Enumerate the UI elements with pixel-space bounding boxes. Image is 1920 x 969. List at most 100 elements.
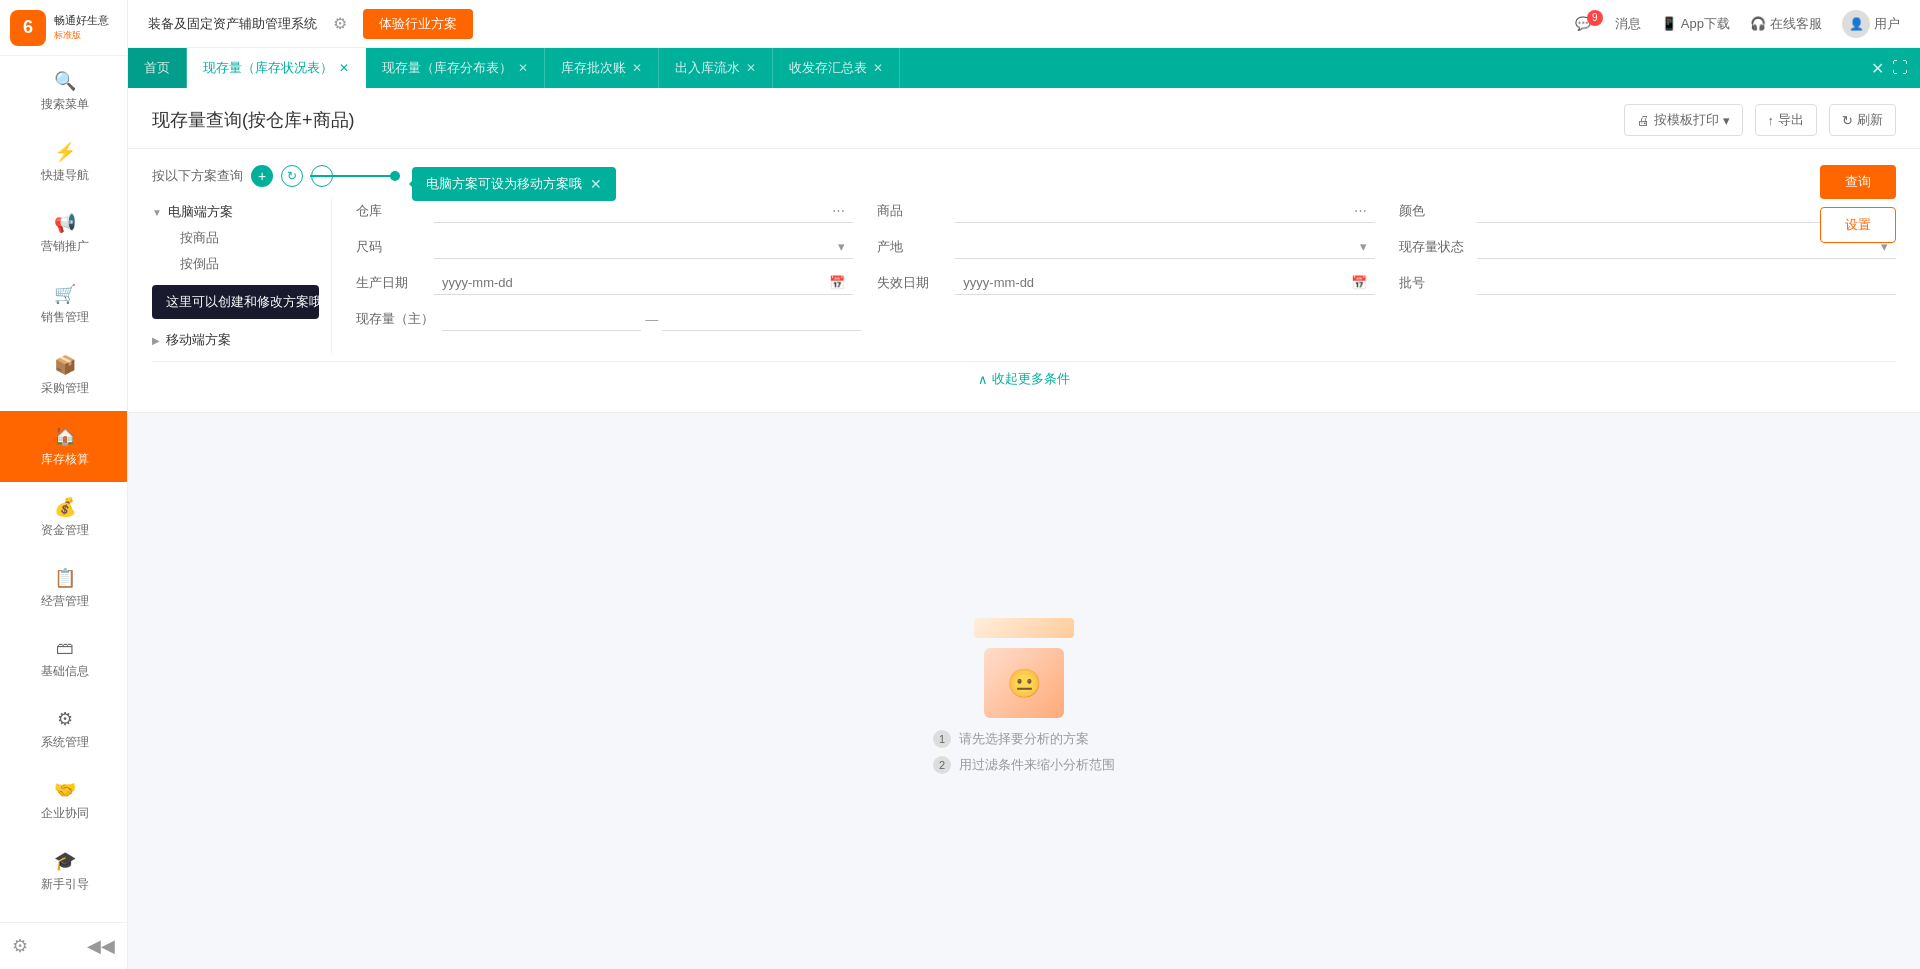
sidebar-item-marketing[interactable]: 📢 营销推广 (0, 198, 127, 269)
filter-add-button[interactable]: + (251, 165, 273, 187)
tab-bar: 首页 现存量（库存状况表） ✕ 现存量（库存分布表） ✕ 库存批次账 ✕ 出入库… (128, 48, 1920, 88)
product-more-icon[interactable]: ⋯ (1354, 203, 1367, 218)
filter-header: 按以下方案查询 + ↻ ←← 电脑方案可设为移动方案哦 ✕ (152, 165, 1896, 187)
sidebar-item-purchase[interactable]: 📦 采购管理 (0, 340, 127, 411)
sidebar-item-inventory[interactable]: 🏠 库存核算 (0, 411, 127, 482)
sidebar-item-system[interactable]: ⚙ 系统管理 (0, 694, 127, 765)
sidebar-item-quicknav[interactable]: ⚡ 快捷导航 (0, 127, 127, 198)
tab-home[interactable]: 首页 (128, 48, 187, 88)
origin-dropdown-icon[interactable]: ▾ (1360, 239, 1367, 254)
maximize-icon[interactable]: ⛶ (1892, 59, 1908, 77)
export-button[interactable]: ↑ 导出 (1755, 104, 1818, 136)
sales-icon: 🛒 (54, 283, 76, 305)
scheme-tooltip-close[interactable]: ✕ (590, 176, 602, 192)
search-button[interactable]: 查询 (1820, 165, 1896, 199)
inventory-status-label: 现存量状态 (1399, 238, 1469, 256)
tab-inventory-status-close[interactable]: ✕ (339, 61, 349, 75)
sidebar-item-finance[interactable]: 💰 资金管理 (0, 482, 127, 553)
sidebar-item-sales[interactable]: 🛒 销售管理 (0, 269, 127, 340)
print-arrow-icon: ▾ (1723, 113, 1730, 128)
sidebar-item-operations[interactable]: 📋 经营管理 (0, 553, 127, 624)
settings-icon[interactable]: ⚙ (12, 935, 28, 957)
basic-icon: 🗃 (56, 638, 74, 659)
notification-badge: 9 (1587, 10, 1603, 26)
tab-inventory-dist-label: 现存量（库存分布表） (382, 59, 512, 77)
filter-row-1: 仓库 ⋯ 商品 ⋯ (356, 199, 1896, 223)
app-download-item[interactable]: 📱 App下载 (1661, 15, 1730, 33)
origin-label: 产地 (877, 238, 947, 256)
top-header: 装备及固定资产辅助管理系统 ⚙ 体验行业方案 💬 9 消息 📱 App下载 🎧 … (128, 0, 1920, 48)
production-date-label: 生产日期 (356, 274, 426, 292)
sidebar-item-search[interactable]: 🔍 搜索菜单 (0, 56, 127, 127)
page-actions: 🖨 按模板打印 ▾ ↑ 导出 ↻ 刷新 (1624, 104, 1897, 136)
sidebar-item-quicknav-label: 快捷导航 (41, 167, 89, 184)
tab-inventory-dist[interactable]: 现存量（库存分布表） ✕ (366, 48, 545, 88)
tab-batch-account[interactable]: 库存批次账 ✕ (545, 48, 659, 88)
sidebar-bottom: ⚙ ◀◀ (0, 922, 127, 969)
inventory-main-to[interactable] (662, 307, 861, 331)
inventory-main-from[interactable] (442, 307, 641, 331)
scheme-mobile-group[interactable]: ▶ 移动端方案 (152, 327, 319, 353)
sidebar-item-enterprise[interactable]: 🤝 企业协同 (0, 765, 127, 836)
size-label: 尺码 (356, 238, 426, 256)
minimize-icon[interactable]: ✕ (1871, 59, 1884, 78)
empty-hints: 1 请先选择要分析的方案 2 用过滤条件来缩小分析范围 (933, 730, 1115, 774)
connector-line (310, 175, 392, 177)
collapse-sidebar-icon[interactable]: ◀◀ (87, 935, 115, 957)
sidebar-item-newbie-label: 新手引导 (41, 876, 89, 893)
logo-icon: 6 (10, 10, 46, 46)
header-left: 装备及固定资产辅助管理系统 ⚙ 体验行业方案 (148, 9, 473, 39)
tab-in-out-flow[interactable]: 出入库流水 ✕ (659, 48, 773, 88)
header-right: 💬 9 消息 📱 App下载 🎧 在线客服 👤 用户 (1575, 10, 1900, 38)
create-tooltip-text: 这里可以创建和修改方案哦 (166, 293, 322, 311)
inventory-icon: 🏠 (54, 425, 76, 447)
scheme-tooltip-text: 电脑方案可设为移动方案哦 (426, 175, 582, 193)
create-tooltip-close[interactable]: ✕ (330, 294, 342, 310)
sidebar-nav: 🔍 搜索菜单 ⚡ 快捷导航 📢 营销推广 🛒 销售管理 📦 采购管理 🏠 库存核… (0, 56, 127, 922)
production-date-calendar-icon[interactable]: 📅 (829, 275, 845, 290)
batch-input[interactable] (1477, 271, 1896, 295)
warehouse-more-icon[interactable]: ⋯ (832, 203, 845, 218)
filter-product: 商品 ⋯ (877, 199, 1374, 223)
empty-hint-2: 2 用过滤条件来缩小分析范围 (933, 756, 1115, 774)
size-dropdown-icon[interactable]: ▾ (838, 239, 845, 254)
product-label: 商品 (877, 202, 947, 220)
production-date-input[interactable] (442, 275, 829, 290)
scheme-pc-item-reverse[interactable]: 按倒品 (172, 251, 319, 277)
scheme-pc-item-product[interactable]: 按商品 (172, 225, 319, 251)
empty-face-icon: 😐 (1007, 667, 1042, 700)
expiry-date-input[interactable] (963, 275, 1350, 290)
system-gear-icon[interactable]: ⚙ (333, 14, 347, 33)
inventory-main-label: 现存量（主） (356, 310, 434, 328)
sidebar-item-newbie[interactable]: 🎓 新手引导 (0, 836, 127, 907)
filter-main: ▼ 电脑端方案 按商品 按倒品 这里可以创建和修改方案哦 ✕ ▶ (152, 199, 1896, 353)
tab-bar-actions: ✕ ⛶ (1859, 48, 1920, 88)
tab-receive-summary-close[interactable]: ✕ (873, 61, 883, 75)
expiry-date-calendar-icon[interactable]: 📅 (1351, 275, 1367, 290)
tab-receive-summary[interactable]: 收发存汇总表 ✕ (773, 48, 900, 88)
sidebar-item-basic[interactable]: 🗃 基础信息 (0, 624, 127, 694)
experience-button[interactable]: 体验行业方案 (363, 9, 473, 39)
connector-dot (390, 171, 400, 181)
filter-refresh-button[interactable]: ↻ (281, 165, 303, 187)
scheme-pc-group[interactable]: ▼ 电脑端方案 (152, 199, 319, 225)
tab-inventory-status[interactable]: 现存量（库存状况表） ✕ (187, 48, 366, 88)
refresh-button[interactable]: ↻ 刷新 (1829, 104, 1896, 136)
filter-inventory-main: 现存量（主） — (356, 307, 861, 331)
print-button[interactable]: 🖨 按模板打印 ▾ (1624, 104, 1743, 136)
filter-label: 按以下方案查询 (152, 167, 243, 185)
operations-icon: 📋 (54, 567, 76, 589)
online-support-item[interactable]: 🎧 在线客服 (1750, 15, 1822, 33)
printer-icon: 🖨 (1637, 113, 1650, 128)
tab-inventory-dist-close[interactable]: ✕ (518, 61, 528, 75)
user-item[interactable]: 👤 用户 (1842, 10, 1900, 38)
collapse-button[interactable]: ∧ 收起更多条件 (978, 370, 1070, 388)
tab-batch-account-close[interactable]: ✕ (632, 61, 642, 75)
export-icon: ↑ (1768, 113, 1775, 128)
reset-button[interactable]: 设置 (1820, 207, 1896, 243)
tab-in-out-flow-close[interactable]: ✕ (746, 61, 756, 75)
empty-box-lid (974, 618, 1074, 638)
notification-item[interactable]: 💬 9 消息 (1575, 15, 1641, 33)
sidebar: 6 畅通好生意 标准版 🔍 搜索菜单 ⚡ 快捷导航 📢 营销推广 🛒 销售管理 … (0, 0, 128, 969)
user-label: 用户 (1874, 15, 1900, 33)
